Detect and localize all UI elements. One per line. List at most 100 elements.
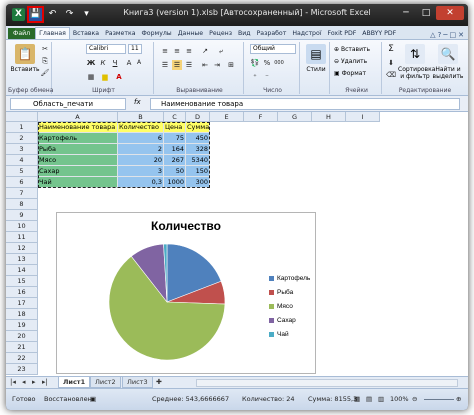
bold-button[interactable]: Ж [86, 58, 96, 68]
borders-icon[interactable]: ▦ [86, 72, 96, 82]
italic-button[interactable]: К [98, 58, 108, 68]
sort-filter-button[interactable]: ⇅ Сортировка и фильтр [398, 44, 435, 80]
column-header[interactable]: F [244, 112, 278, 122]
zoom-out-icon[interactable]: ⊖ [412, 395, 417, 403]
align-left-icon[interactable]: ☰ [160, 60, 170, 70]
zoom-level[interactable]: 100% [390, 395, 409, 403]
font-color-icon[interactable]: A [114, 72, 124, 82]
tab-page-layout[interactable]: Разметка [102, 28, 138, 39]
ribbon-minimize-icon[interactable]: ─ [443, 31, 447, 39]
row-header[interactable]: 17 [6, 298, 38, 309]
row-header[interactable]: 13 [6, 254, 38, 265]
zoom-in-icon[interactable]: ⊕ [456, 395, 461, 403]
align-center-icon[interactable]: ☰ [172, 60, 182, 70]
tab-insert[interactable]: Вставка [70, 28, 102, 39]
font-shrink-button[interactable]: A [134, 58, 144, 68]
view-layout-icon[interactable]: ▤ [366, 395, 372, 403]
close-button[interactable]: ✕ [436, 6, 464, 20]
table-cell[interactable]: 50 [164, 166, 186, 177]
tab-data[interactable]: Данные [175, 28, 206, 39]
table-cell[interactable]: 3 [118, 166, 164, 177]
table-cell[interactable]: 2 [118, 144, 164, 155]
table-cell[interactable]: 150 [186, 166, 210, 177]
table-cell[interactable]: 0,3 [118, 177, 164, 188]
table-cell[interactable]: 20 [118, 155, 164, 166]
align-bottom-icon[interactable]: ≡ [184, 46, 194, 56]
font-name-combo[interactable]: Calibri [86, 44, 126, 54]
tab-view[interactable]: Вид [235, 28, 254, 39]
tab-formulas[interactable]: Формулы [138, 28, 174, 39]
table-header-cell[interactable]: Количество [118, 122, 164, 133]
paste-button[interactable]: 📋 Вставить [10, 44, 40, 73]
table-cell[interactable]: 267 [164, 155, 186, 166]
table-header-cell[interactable]: Цена [164, 122, 186, 133]
horizontal-scrollbar[interactable] [196, 379, 458, 387]
row-header[interactable]: 9 [6, 210, 38, 221]
table-cell[interactable]: Чай [38, 177, 118, 188]
excel-app-icon[interactable]: X [12, 8, 25, 21]
table-header-cell[interactable]: Сумма [186, 122, 210, 133]
tab-developer[interactable]: Разработ [254, 28, 290, 39]
table-cell[interactable]: Рыба [38, 144, 118, 155]
redo-icon[interactable]: ↷ [63, 8, 76, 21]
column-header[interactable]: A [38, 112, 118, 122]
table-cell[interactable]: 300 [186, 177, 210, 188]
sheet-tab-1[interactable]: Лист1 [58, 377, 91, 388]
number-format-combo[interactable]: Общий [250, 44, 296, 54]
row-header[interactable]: 10 [6, 221, 38, 232]
styles-button[interactable]: ▤ Стили [304, 44, 328, 73]
format-cells-button[interactable]: ▣ Формат [334, 70, 366, 77]
table-cell[interactable]: 6 [118, 133, 164, 144]
formula-input[interactable]: Наименование товара [150, 98, 460, 110]
next-sheet-icon[interactable]: ▸ [32, 378, 36, 386]
undo-icon[interactable]: ↶ [46, 8, 59, 21]
tab-review[interactable]: Реценз [206, 28, 235, 39]
column-header[interactable]: C [164, 112, 186, 122]
format-painter-icon[interactable]: 🖌 [40, 68, 50, 78]
legend-item[interactable]: Картофель [269, 271, 310, 285]
indent-decrease-icon[interactable]: ⇤ [200, 60, 210, 70]
customize-icon[interactable]: ▾ [80, 8, 93, 21]
decrease-decimal-icon[interactable]: ⁻ [262, 72, 272, 82]
save-icon[interactable]: 💾 [27, 6, 44, 23]
table-cell[interactable]: 1000 [164, 177, 186, 188]
view-pagebreak-icon[interactable]: ▥ [378, 395, 384, 403]
macro-record-icon[interactable]: ▣ [90, 395, 96, 403]
tab-abbyy-pdf[interactable]: ABBYY PDF [359, 28, 399, 39]
workbook-close-icon[interactable]: ✕ [458, 31, 464, 39]
row-header[interactable]: 21 [6, 342, 38, 353]
row-header[interactable]: 6 [6, 177, 38, 188]
select-all-corner[interactable] [6, 112, 38, 122]
tab-addins[interactable]: Надстрої [289, 28, 324, 39]
column-header[interactable]: D [186, 112, 210, 122]
tab-file[interactable]: Файл [8, 28, 36, 39]
row-header[interactable]: 1 [6, 122, 38, 133]
indent-increase-icon[interactable]: ⇥ [212, 60, 222, 70]
merge-center-icon[interactable]: ⊞ [226, 60, 236, 70]
align-middle-icon[interactable]: ≡ [172, 46, 182, 56]
table-cell[interactable]: Сахар [38, 166, 118, 177]
align-top-icon[interactable]: ≡ [160, 46, 170, 56]
table-cell[interactable]: 450 [186, 133, 210, 144]
legend-item[interactable]: Рыба [269, 285, 310, 299]
legend-item[interactable]: Чай [269, 327, 310, 341]
clear-icon[interactable]: ⌫ [386, 70, 396, 80]
find-select-button[interactable]: 🔍 Найти и выделить [432, 44, 464, 80]
align-right-icon[interactable]: ☰ [184, 60, 194, 70]
underline-button[interactable]: Ч [110, 58, 120, 68]
row-header[interactable]: 18 [6, 309, 38, 320]
percent-button[interactable]: % [262, 58, 272, 68]
row-header[interactable]: 23 [6, 364, 38, 375]
legend-item[interactable]: Сахар [269, 313, 310, 327]
sheet-tab-2[interactable]: Лист2 [90, 377, 121, 388]
worksheet-grid[interactable]: ABCDEFGHI 1 2 3 4 5 6 7 8 9 10 11 12 13 14 15 16 17 18 19 2… [6, 112, 468, 376]
increase-decimal-icon[interactable]: ⁺ [250, 72, 260, 82]
table-cell[interactable]: Мясо [38, 155, 118, 166]
table-header-cell[interactable]: Наименование товара [38, 122, 118, 133]
column-header[interactable]: G [278, 112, 312, 122]
row-header[interactable]: 14 [6, 265, 38, 276]
delete-cells-button[interactable]: ⊖ Удалить [334, 58, 367, 65]
sheet-tab-3[interactable]: Лист3 [122, 377, 153, 388]
minimize-button[interactable]: ─ [396, 6, 416, 20]
column-header[interactable]: E [210, 112, 244, 122]
